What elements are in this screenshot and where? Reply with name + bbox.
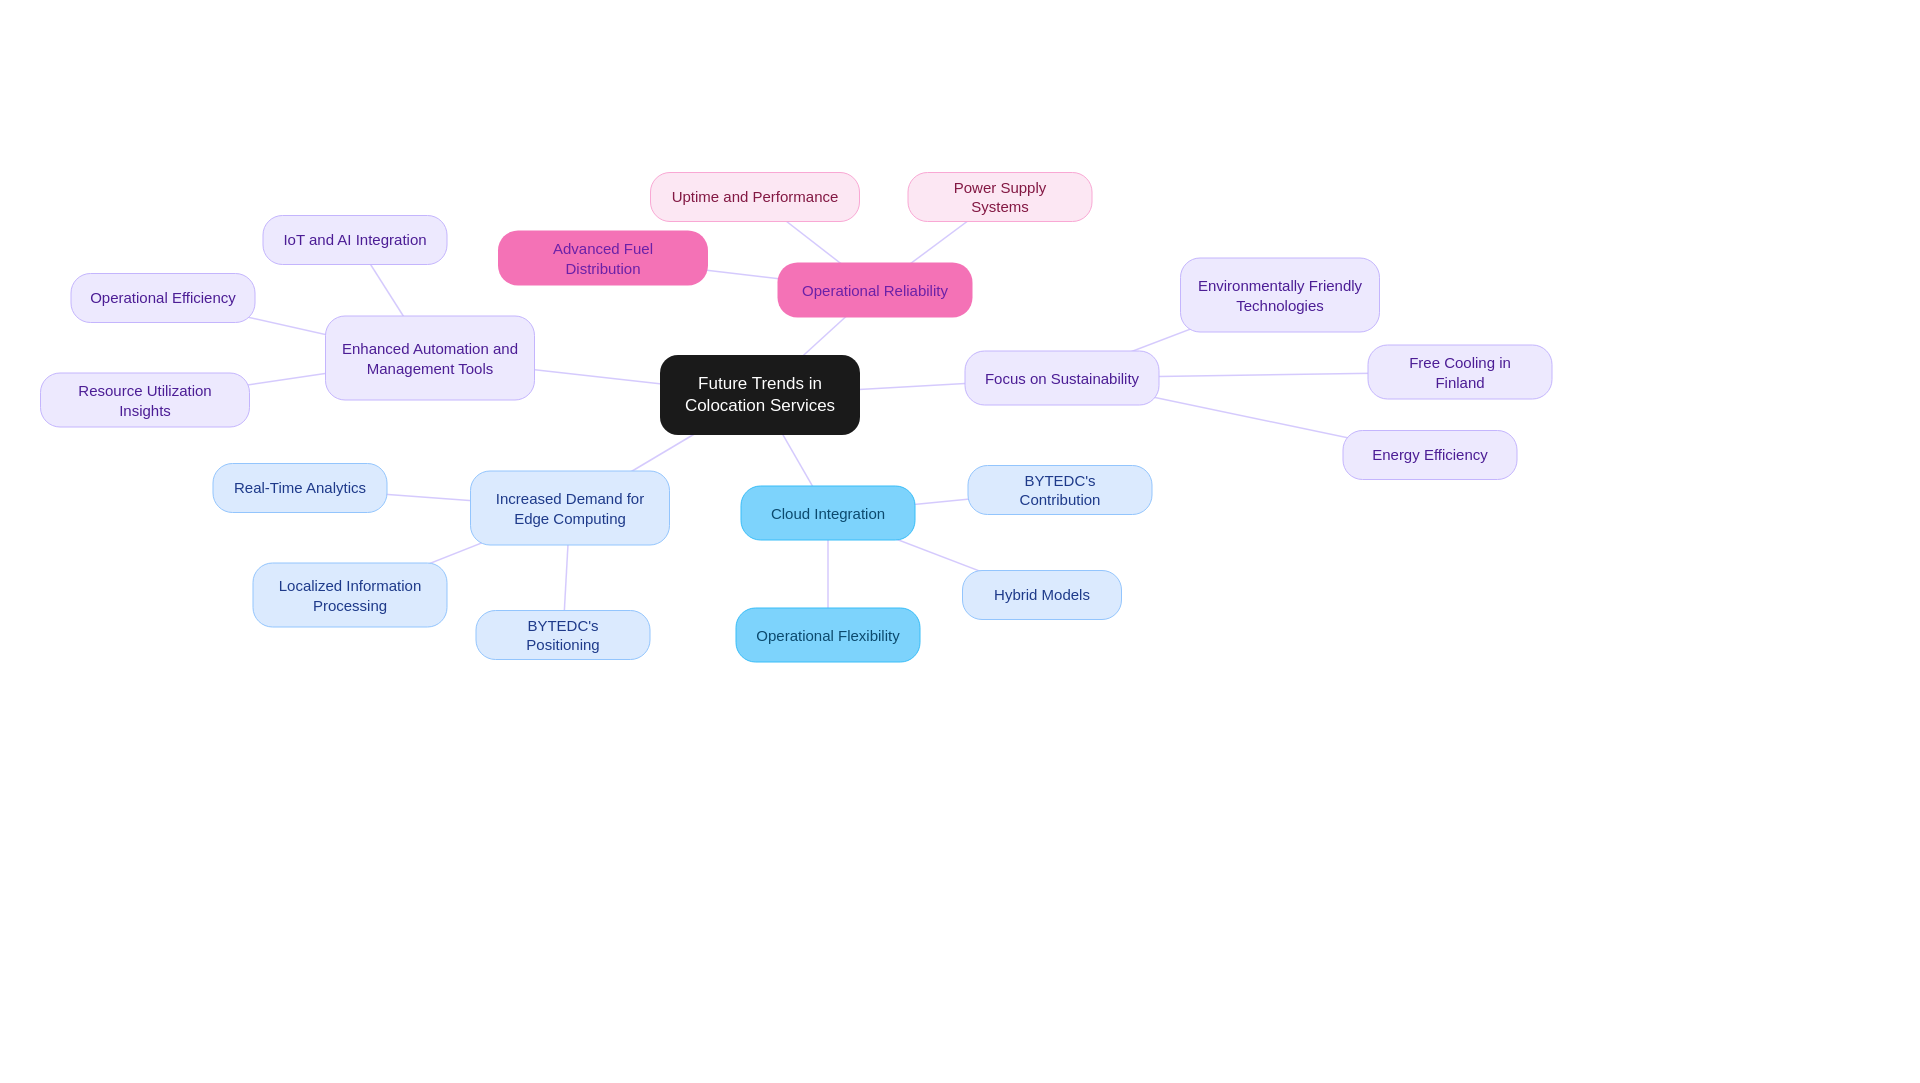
- node-operational_reliability: Operational Reliability: [778, 263, 973, 318]
- node-operational_efficiency: Operational Efficiency: [71, 273, 256, 323]
- node-cloud_integration: Cloud Integration: [741, 486, 916, 541]
- node-operational_flexibility: Operational Flexibility: [736, 608, 921, 663]
- node-bytedc_contribution: BYTEDC's Contribution: [968, 465, 1153, 515]
- node-center: Future Trends in Colocation Services: [660, 355, 860, 435]
- node-bytedc_positioning: BYTEDC's Positioning: [476, 610, 651, 660]
- node-edge_computing: Increased Demand for Edge Computing: [470, 471, 670, 546]
- node-focus_sustainability: Focus on Sustainability: [965, 351, 1160, 406]
- node-iot_ai: IoT and AI Integration: [263, 215, 448, 265]
- node-env_friendly: Environmentally Friendly Technologies: [1180, 258, 1380, 333]
- node-power_supply: Power Supply Systems: [908, 172, 1093, 222]
- node-energy_efficiency: Energy Efficiency: [1343, 430, 1518, 480]
- node-real_time: Real-Time Analytics: [213, 463, 388, 513]
- node-advanced_fuel: Advanced Fuel Distribution: [498, 231, 708, 286]
- node-resource_utilization: Resource Utilization Insights: [40, 373, 250, 428]
- node-hybrid_models: Hybrid Models: [962, 570, 1122, 620]
- mindmap-container: Future Trends in Colocation Services Oper…: [0, 0, 1920, 1083]
- node-uptime_performance: Uptime and Performance: [650, 172, 860, 222]
- node-free_cooling: Free Cooling in Finland: [1368, 345, 1553, 400]
- node-localized: Localized Information Processing: [253, 563, 448, 628]
- connections-svg: [0, 0, 1920, 1083]
- node-enhanced_automation: Enhanced Automation and Management Tools: [325, 316, 535, 401]
